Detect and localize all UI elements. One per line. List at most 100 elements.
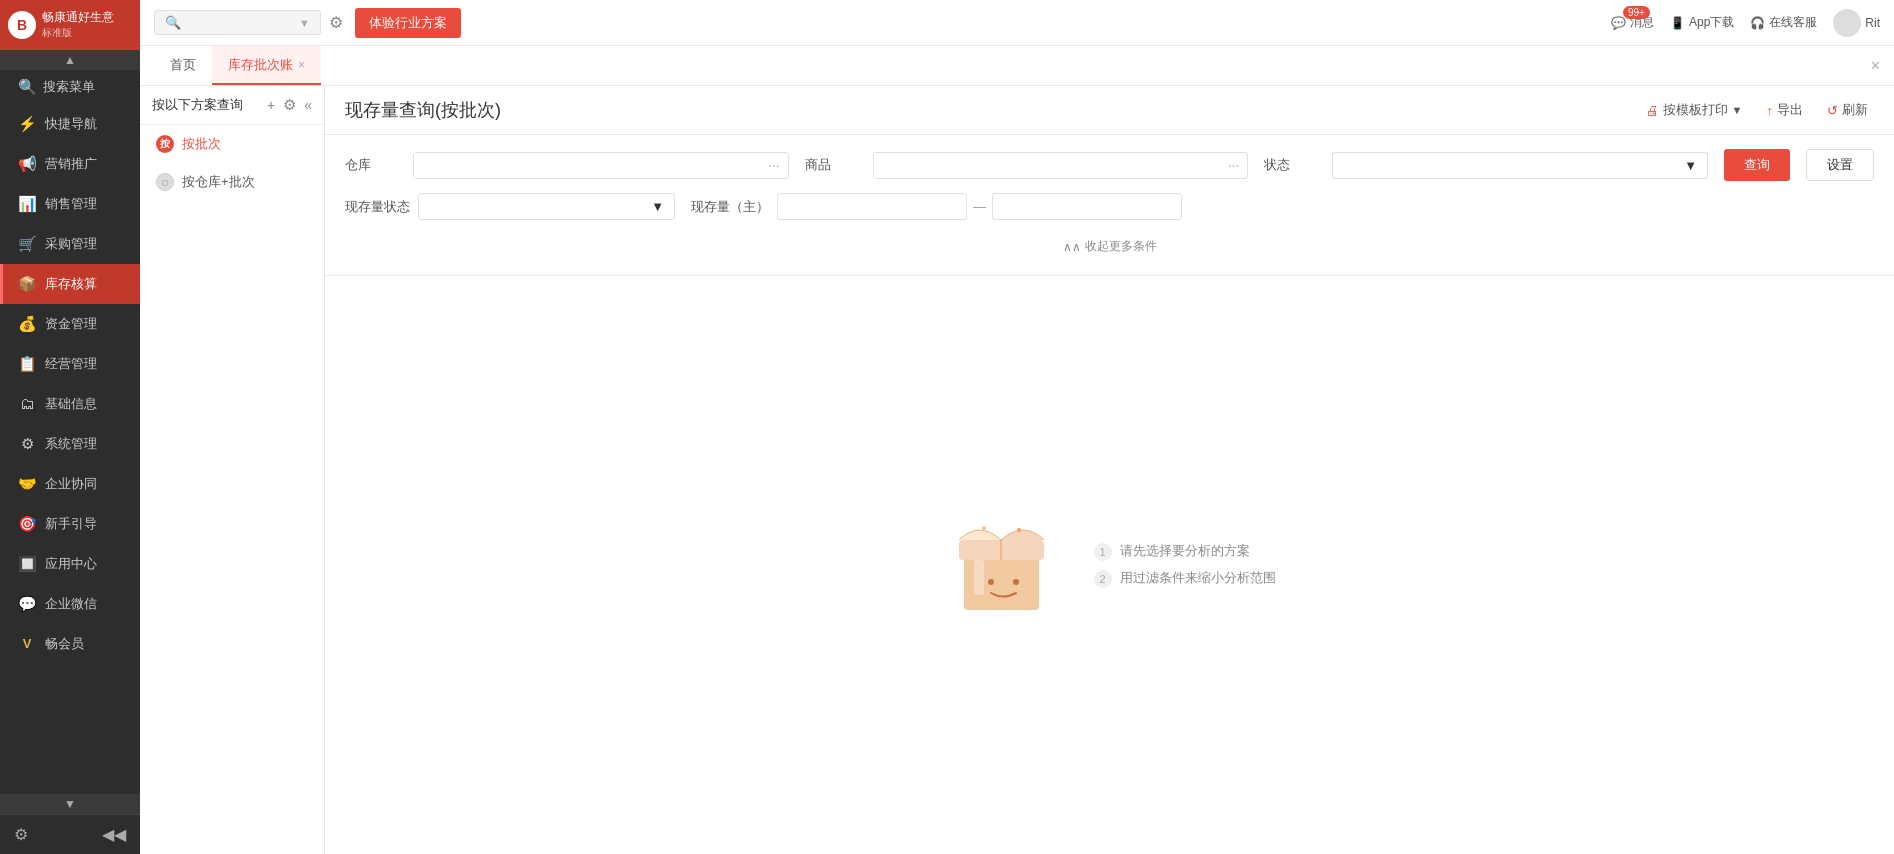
right-panel: 现存量查询(按批次) 🖨 按模板打印 ▼ ↑ 导出 ↺ 刷新 <box>325 86 1894 854</box>
tab-close-icon[interactable]: × <box>298 58 305 72</box>
operation-icon: 📋 <box>17 355 37 373</box>
sidebar-search[interactable]: 🔍 搜索菜单 <box>0 70 140 104</box>
system-icon: ⚙ <box>17 435 37 453</box>
user-action[interactable]: Rit <box>1833 9 1880 37</box>
warehouse-label: 仓库 <box>345 156 405 174</box>
export-btn[interactable]: ↑ 导出 <box>1761 98 1810 122</box>
sidebar-item-basic[interactable]: 🗂 基础信息 <box>0 384 140 424</box>
sidebar-item-label: 快捷导航 <box>45 115 97 133</box>
filter-row-2: 现存量状态 ▼ 现存量（主） — <box>345 193 1874 220</box>
search-label: 搜索菜单 <box>43 78 95 96</box>
scheme-dot-red: 按 <box>156 135 174 153</box>
enterprise-icon: 🤝 <box>17 475 37 493</box>
trial-btn[interactable]: 体验行业方案 <box>355 8 461 38</box>
sidebar-item-system[interactable]: ⚙ 系统管理 <box>0 424 140 464</box>
topbar: 🔍 ▼ ⚙ 体验行业方案 💬 消息 99+ 📱 App下载 🎧 在线客服 R <box>140 0 1894 46</box>
sidebar-item-newbie[interactable]: 🎯 新手引导 <box>0 504 140 544</box>
sidebar-item-label: 资金管理 <box>45 315 97 333</box>
stock-qty-label: 现存量（主） <box>691 198 769 216</box>
left-panel: 按以下方案查询 + ⚙ « 按 按批次 ○ 按仓库+批次 <box>140 86 325 854</box>
topbar-search-input[interactable] <box>185 16 295 30</box>
svg-point-6 <box>988 579 994 585</box>
svg-point-7 <box>1013 579 1019 585</box>
app-download-icon: 📱 <box>1670 16 1685 30</box>
sidebar-item-operation[interactable]: 📋 经营管理 <box>0 344 140 384</box>
status-select[interactable]: ▼ <box>1332 152 1708 179</box>
scroll-down-arrow[interactable]: ▼ <box>0 794 140 814</box>
print-btn[interactable]: 🖨 按模板打印 ▼ <box>1640 98 1749 122</box>
left-panel-title: 按以下方案查询 <box>152 96 243 114</box>
page-header-actions: 🖨 按模板打印 ▼ ↑ 导出 ↺ 刷新 <box>1640 98 1874 122</box>
print-dropdown-icon[interactable]: ▼ <box>1732 104 1743 116</box>
topbar-search-dropdown-icon[interactable]: ▼ <box>299 17 310 29</box>
warehouse-input[interactable] <box>414 153 760 178</box>
product-input[interactable] <box>874 153 1220 178</box>
filter-warehouse-group: 仓库 ··· <box>345 152 789 179</box>
online-service-action[interactable]: 🎧 在线客服 <box>1750 14 1817 31</box>
stock-status-select[interactable]: ▼ <box>418 193 675 220</box>
settings-footer-icon[interactable]: ⚙ <box>14 825 28 844</box>
scheme-batch[interactable]: 按 按批次 <box>140 125 324 163</box>
vip-icon: V <box>17 636 37 651</box>
sidebar-item-purchase[interactable]: 🛒 采购管理 <box>0 224 140 264</box>
tip-num-1: 1 <box>1094 543 1112 561</box>
tab-home-label: 首页 <box>170 56 196 74</box>
page-header: 现存量查询(按批次) 🖨 按模板打印 ▼ ↑ 导出 ↺ 刷新 <box>325 86 1894 135</box>
tab-inventory-batch-label: 库存批次账 <box>228 56 293 74</box>
sidebar-item-label: 库存核算 <box>45 275 97 293</box>
collapse-filter-bar[interactable]: ∧∧ 收起更多条件 <box>345 232 1874 261</box>
topbar-gear-icon[interactable]: ⚙ <box>329 13 343 32</box>
app-download-action[interactable]: 📱 App下载 <box>1670 14 1734 31</box>
print-label: 按模板打印 <box>1663 101 1728 119</box>
settings-button[interactable]: 设置 <box>1806 149 1874 181</box>
shortcut-icon: ⚡ <box>17 115 37 133</box>
sidebar-item-wechat[interactable]: 💬 企业微信 <box>0 584 140 624</box>
scroll-up-arrow[interactable]: ▲ <box>0 50 140 70</box>
sidebar-item-sales[interactable]: 📊 销售管理 <box>0 184 140 224</box>
sidebar-item-enterprise[interactable]: 🤝 企业协同 <box>0 464 140 504</box>
warehouse-input-box[interactable]: ··· <box>413 152 789 179</box>
sidebar-item-shortcut[interactable]: ⚡ 快捷导航 <box>0 104 140 144</box>
sidebar-item-label: 系统管理 <box>45 435 97 453</box>
collapse-icon: ∧∧ <box>1063 240 1081 254</box>
stock-qty-to-input[interactable] <box>992 193 1182 220</box>
sidebar-item-app[interactable]: 🔲 应用中心 <box>0 544 140 584</box>
refresh-btn[interactable]: ↺ 刷新 <box>1821 98 1874 122</box>
refresh-icon: ↺ <box>1827 103 1838 118</box>
online-service-icon: 🎧 <box>1750 16 1765 30</box>
tip-text-1: 请先选择要分析的方案 <box>1120 542 1250 560</box>
online-service-label: 在线客服 <box>1769 14 1817 31</box>
sidebar-item-marketing[interactable]: 📢 营销推广 <box>0 144 140 184</box>
stock-status-label: 现存量状态 <box>345 198 410 216</box>
close-all-tabs[interactable]: × <box>1857 46 1894 85</box>
app-version: 标准版 <box>42 26 114 40</box>
content-area: 按以下方案查询 + ⚙ « 按 按批次 ○ 按仓库+批次 现存量查询(按批次) <box>140 86 1894 854</box>
scheme-settings-icon[interactable]: ⚙ <box>283 96 296 114</box>
close-all-icon: × <box>1871 57 1880 75</box>
svg-point-5 <box>982 527 985 530</box>
sidebar-item-label: 企业协同 <box>45 475 97 493</box>
product-input-box[interactable]: ··· <box>873 152 1249 179</box>
sidebar-item-inventory[interactable]: 📦 库存核算 <box>0 264 140 304</box>
sidebar-item-vip[interactable]: V 畅会员 <box>0 624 140 664</box>
scheme-warehouse-batch[interactable]: ○ 按仓库+批次 <box>140 163 324 201</box>
newbie-icon: 🎯 <box>17 515 37 533</box>
messages-action[interactable]: 💬 消息 99+ <box>1611 14 1654 31</box>
stock-qty-from-input[interactable] <box>777 193 967 220</box>
topbar-search-box[interactable]: 🔍 ▼ <box>154 10 321 35</box>
sidebar-item-finance[interactable]: 💰 资金管理 <box>0 304 140 344</box>
collapse-sidebar-icon[interactable]: ◀◀ <box>102 825 126 844</box>
sidebar-item-label: 营销推广 <box>45 155 97 173</box>
tabs-bar: 首页 库存批次账 × × <box>140 46 1894 86</box>
collapse-panel-icon[interactable]: « <box>304 97 312 113</box>
product-more-icon[interactable]: ··· <box>1220 157 1248 173</box>
warehouse-more-icon[interactable]: ··· <box>760 157 788 173</box>
scheme-warehouse-batch-label: 按仓库+批次 <box>182 173 255 191</box>
stock-qty-range: — <box>777 193 1182 220</box>
tab-inventory-batch[interactable]: 库存批次账 × <box>212 46 321 85</box>
svg-point-4 <box>1017 528 1021 532</box>
tab-home[interactable]: 首页 <box>154 46 212 85</box>
add-scheme-icon[interactable]: + <box>267 97 275 113</box>
query-button[interactable]: 查询 <box>1724 149 1790 181</box>
filter-area: 仓库 ··· 商品 ··· 状态 <box>325 135 1894 276</box>
